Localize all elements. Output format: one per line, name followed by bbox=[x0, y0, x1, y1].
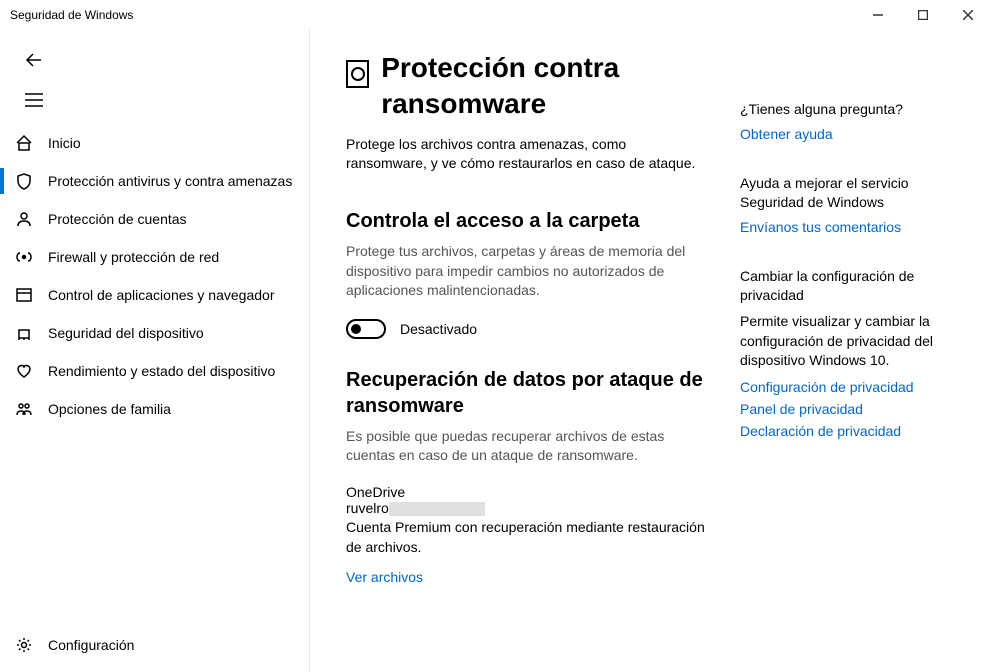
help-title: ¿Tienes alguna pregunta? bbox=[740, 100, 970, 120]
right-column: ¿Tienes alguna pregunta? Obtener ayuda A… bbox=[740, 50, 970, 652]
view-files-link[interactable]: Ver archivos bbox=[346, 569, 423, 585]
sidebar-item-label: Protección antivirus y contra amenazas bbox=[48, 173, 292, 189]
network-icon bbox=[14, 247, 34, 267]
menu-button[interactable] bbox=[14, 80, 54, 120]
shield-icon bbox=[14, 171, 34, 191]
window-title: Seguridad de Windows bbox=[10, 8, 133, 22]
page-description: Protege los archivos contra amenazas, co… bbox=[346, 135, 710, 174]
ransomware-icon bbox=[346, 60, 369, 88]
titlebar: Seguridad de Windows bbox=[0, 0, 1000, 30]
sidebar-item-label: Firewall y protección de red bbox=[48, 249, 219, 265]
sidebar-item-settings[interactable]: Configuración bbox=[0, 626, 309, 664]
redacted-text bbox=[389, 502, 485, 516]
get-help-link[interactable]: Obtener ayuda bbox=[740, 126, 970, 142]
toggle-state-label: Desactivado bbox=[400, 321, 477, 337]
sidebar-item-health[interactable]: Rendimiento y estado del dispositivo bbox=[0, 352, 309, 390]
main-content: Protección contra ransomware Protege los… bbox=[310, 30, 1000, 672]
account-description: Cuenta Premium con recuperación mediante… bbox=[346, 518, 710, 557]
gear-icon bbox=[14, 635, 34, 655]
privacy-settings-link[interactable]: Configuración de privacidad bbox=[740, 379, 970, 395]
sidebar-item-label: Inicio bbox=[48, 135, 81, 151]
folder-access-desc: Protege tus archivos, carpetas y áreas d… bbox=[346, 242, 710, 301]
privacy-desc: Permite visualizar y cambiar la configur… bbox=[740, 312, 970, 371]
maximize-button[interactable] bbox=[900, 0, 945, 30]
sidebar-item-label: Rendimiento y estado del dispositivo bbox=[48, 363, 275, 379]
sidebar-item-appcontrol[interactable]: Control de aplicaciones y navegador bbox=[0, 276, 309, 314]
page-title: Protección contra ransomware bbox=[381, 50, 710, 123]
sidebar-item-virus[interactable]: Protección antivirus y contra amenazas bbox=[0, 162, 309, 200]
window-icon bbox=[14, 285, 34, 305]
sidebar-item-firewall[interactable]: Firewall y protección de red bbox=[0, 238, 309, 276]
sidebar-item-label: Configuración bbox=[48, 637, 134, 653]
heart-icon bbox=[14, 361, 34, 381]
account-service: OneDrive bbox=[346, 484, 710, 500]
arrow-left-icon bbox=[25, 51, 43, 69]
sidebar-item-home[interactable]: Inicio bbox=[0, 124, 309, 162]
sidebar-item-label: Control de aplicaciones y navegador bbox=[48, 287, 274, 303]
privacy-panel-link[interactable]: Panel de privacidad bbox=[740, 401, 970, 417]
hamburger-icon bbox=[25, 93, 43, 107]
folder-access-title: Controla el acceso a la carpeta bbox=[346, 208, 710, 234]
minimize-button[interactable] bbox=[855, 0, 900, 30]
recovery-desc: Es posible que puedas recuperar archivos… bbox=[346, 427, 710, 466]
home-icon bbox=[14, 133, 34, 153]
sidebar: Inicio Protección antivirus y contra ame… bbox=[0, 30, 310, 672]
recovery-title: Recuperación de datos por ataque de rans… bbox=[346, 367, 710, 419]
family-icon bbox=[14, 399, 34, 419]
close-button[interactable] bbox=[945, 0, 990, 30]
privacy-title: Cambiar la configuración de privacidad bbox=[740, 267, 970, 306]
send-feedback-link[interactable]: Envíanos tus comentarios bbox=[740, 219, 970, 235]
sidebar-item-account[interactable]: Protección de cuentas bbox=[0, 200, 309, 238]
back-button[interactable] bbox=[14, 40, 54, 80]
sidebar-item-label: Seguridad del dispositivo bbox=[48, 325, 204, 341]
chip-icon bbox=[14, 323, 34, 343]
person-icon bbox=[14, 209, 34, 229]
sidebar-item-device-security[interactable]: Seguridad del dispositivo bbox=[0, 314, 309, 352]
sidebar-item-label: Opciones de familia bbox=[48, 401, 171, 417]
privacy-statement-link[interactable]: Declaración de privacidad bbox=[740, 423, 970, 439]
folder-access-toggle[interactable] bbox=[346, 319, 386, 339]
sidebar-item-family[interactable]: Opciones de familia bbox=[0, 390, 309, 428]
feedback-title: Ayuda a mejorar el servicio Seguridad de… bbox=[740, 174, 970, 213]
account-username: ruvelro bbox=[346, 500, 710, 516]
sidebar-item-label: Protección de cuentas bbox=[48, 211, 187, 227]
